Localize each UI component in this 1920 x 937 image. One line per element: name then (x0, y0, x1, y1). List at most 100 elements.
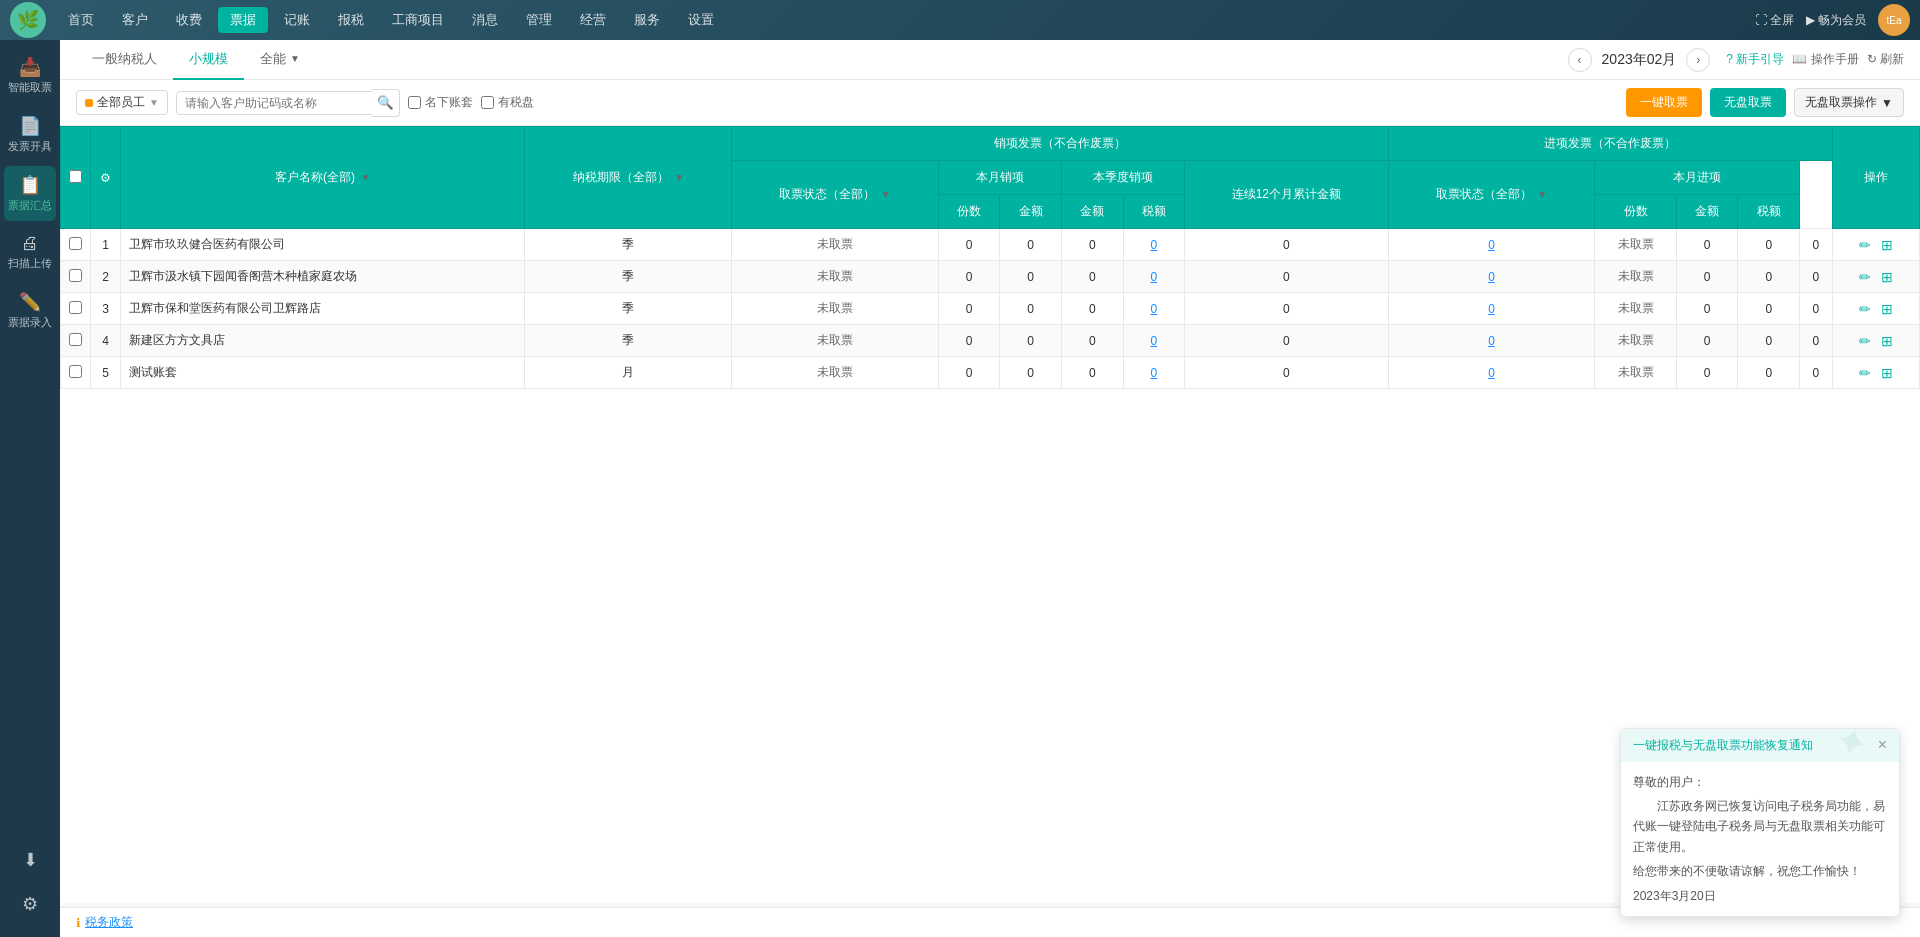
nav-business[interactable]: 工商项目 (380, 7, 456, 33)
user-avatar[interactable]: tEa (1878, 4, 1910, 36)
buy-status-filter[interactable]: ▼ (1537, 189, 1547, 200)
tax-policy-link[interactable]: 税务政策 (85, 914, 133, 931)
nav-invoice[interactable]: 票据 (218, 7, 268, 33)
vip-btn[interactable]: ▶ 畅为会员 (1806, 12, 1866, 29)
checkbox-tax-disk[interactable]: 有税盘 (481, 94, 534, 111)
notification-close-btn[interactable]: × (1878, 737, 1887, 753)
row-sell-month-tax: 0 (1061, 325, 1123, 357)
tab-general-taxpayer[interactable]: 一般纳税人 (76, 40, 173, 80)
nav-manage[interactable]: 管理 (514, 7, 564, 33)
new-guide-btn[interactable]: ? 新手引导 (1726, 51, 1784, 68)
row-sell-12month: 0 (1388, 293, 1595, 325)
row-buy-month-tax: 0 (1800, 293, 1833, 325)
checkbox-own-accounts[interactable]: 名下账套 (408, 94, 473, 111)
notification-panel: 一键报税与无盘取票功能恢复通知 × 尊敬的用户： 江苏政务网已恢复访问电子税务局… (1620, 728, 1900, 917)
nav-service[interactable]: 服务 (622, 7, 672, 33)
row-period: 季 (525, 261, 732, 293)
sidebar-item-scan-upload[interactable]: 🖨 扫描上传 (4, 225, 56, 279)
sell-quarter-amount-link[interactable]: 0 (1150, 366, 1157, 380)
header-sell-quarter-amount: 金额 (1061, 195, 1123, 229)
nav-operation[interactable]: 经营 (568, 7, 618, 33)
header-buy-group: 进项发票（不合作废票） (1388, 127, 1832, 161)
row-detail-btn[interactable]: ⊞ (1878, 237, 1896, 253)
one-click-fetch-btn[interactable]: 一键取票 (1626, 88, 1702, 117)
row-num: 5 (91, 357, 121, 389)
smart-invoice-icon: 📥 (8, 56, 52, 78)
header-sell-month-count: 份数 (938, 195, 1000, 229)
refresh-btn[interactable]: ↻ 刷新 (1867, 51, 1904, 68)
tab-small-scale[interactable]: 小规模 (173, 40, 244, 80)
row-detail-btn[interactable]: ⊞ (1878, 269, 1896, 285)
row-edit-btn[interactable]: ✏ (1856, 333, 1874, 349)
sidebar-item-issue-invoice[interactable]: 📄 发票开具 (4, 107, 56, 162)
nav-home[interactable]: 首页 (56, 7, 106, 33)
fullscreen-btn[interactable]: ⛶ 全屏 (1755, 12, 1794, 29)
own-accounts-checkbox[interactable] (408, 96, 421, 109)
sell-12month-link[interactable]: 0 (1488, 238, 1495, 252)
nav-customer[interactable]: 客户 (110, 7, 160, 33)
search-button[interactable]: 🔍 (372, 89, 400, 117)
header-buy-month-count: 份数 (1595, 195, 1677, 229)
tab-all-capable[interactable]: 全能 ▼ (244, 40, 316, 80)
sell-quarter-amount-link[interactable]: 0 (1150, 270, 1157, 284)
notification-body: 尊敬的用户： 江苏政务网已恢复访问电子税务局功能，易代账一键登陆电子税务局与无盘… (1621, 762, 1899, 916)
header-12month: 连续12个月累计金额 (1185, 161, 1389, 229)
select-all-checkbox[interactable] (69, 170, 82, 183)
row-checkbox[interactable] (69, 269, 82, 282)
row-detail-btn[interactable]: ⊞ (1878, 365, 1896, 381)
nav-billing[interactable]: 收费 (164, 7, 214, 33)
nav-message[interactable]: 消息 (460, 7, 510, 33)
nav-settings[interactable]: 设置 (676, 7, 726, 33)
row-num: 3 (91, 293, 121, 325)
row-detail-btn[interactable]: ⊞ (1878, 301, 1896, 317)
row-edit-btn[interactable]: ✏ (1856, 237, 1874, 253)
sell-12month-link[interactable]: 0 (1488, 302, 1495, 316)
tax-disk-checkbox[interactable] (481, 96, 494, 109)
row-checkbox[interactable] (69, 301, 82, 314)
row-checkbox[interactable] (69, 365, 82, 378)
sidebar-download[interactable]: ⬇ (4, 841, 56, 881)
sidebar-item-invoice-summary[interactable]: 📋 票据汇总 (4, 166, 56, 221)
manual-btn[interactable]: 📖 操作手册 (1792, 51, 1858, 68)
row-sell-status: 未取票 (732, 357, 939, 389)
sell-quarter-amount-link[interactable]: 0 (1150, 238, 1157, 252)
row-edit-btn[interactable]: ✏ (1856, 269, 1874, 285)
row-buy-status: 未取票 (1595, 325, 1677, 357)
row-edit-btn[interactable]: ✏ (1856, 365, 1874, 381)
nav-tax[interactable]: 报税 (326, 7, 376, 33)
search-input[interactable] (176, 91, 376, 115)
row-buy-month-tax: 0 (1800, 229, 1833, 261)
tax-period-filter-icon[interactable]: ▼ (674, 172, 684, 183)
sell-quarter-amount-link[interactable]: 0 (1150, 302, 1157, 316)
header-buy-status: 取票状态（全部） ▼ (1388, 161, 1595, 229)
row-checkbox[interactable] (69, 333, 82, 346)
table-row: 2 卫辉市汲水镇下园闻香阁营木种植家庭农场 季 未取票 0 0 0 0 0 0 … (61, 261, 1920, 293)
sidebar-item-invoice-entry[interactable]: ✏️ 票据录入 (4, 283, 56, 338)
row-customer-name: 卫辉市汲水镇下园闻香阁营木种植家庭农场 (121, 261, 525, 293)
row-checkbox-cell (61, 293, 91, 325)
row-edit-btn[interactable]: ✏ (1856, 301, 1874, 317)
row-buy-month-amount: 0 (1738, 229, 1800, 261)
row-actions: ✏ ⊞ (1832, 261, 1919, 293)
nav-bookkeeping[interactable]: 记账 (272, 7, 322, 33)
sidebar-settings[interactable]: ⚙ (4, 885, 56, 925)
row-detail-btn[interactable]: ⊞ (1878, 333, 1896, 349)
row-checkbox[interactable] (69, 237, 82, 250)
customer-filter-icon[interactable]: ▼ (360, 172, 370, 183)
employee-select[interactable]: 全部员工 ▼ (76, 90, 168, 115)
sell-12month-link[interactable]: 0 (1488, 366, 1495, 380)
period-prev-btn[interactable]: ‹ (1568, 48, 1592, 72)
sell-12month-link[interactable]: 0 (1488, 270, 1495, 284)
row-buy-month-tax: 0 (1800, 261, 1833, 293)
sell-quarter-amount-link[interactable]: 0 (1150, 334, 1157, 348)
row-period: 季 (525, 229, 732, 261)
no-disk-fetch-btn[interactable]: 无盘取票 (1710, 88, 1786, 117)
sell-12month-link[interactable]: 0 (1488, 334, 1495, 348)
row-actions: ✏ ⊞ (1832, 293, 1919, 325)
period-next-btn[interactable]: › (1686, 48, 1710, 72)
sidebar-item-smart-invoice[interactable]: 📥 智能取票 (4, 48, 56, 103)
header-month-sell: 本月销项 (938, 161, 1061, 195)
row-buy-month-count: 0 (1676, 325, 1738, 357)
more-ops-btn[interactable]: 无盘取票操作 ▼ (1794, 88, 1904, 117)
sell-status-filter[interactable]: ▼ (881, 189, 891, 200)
